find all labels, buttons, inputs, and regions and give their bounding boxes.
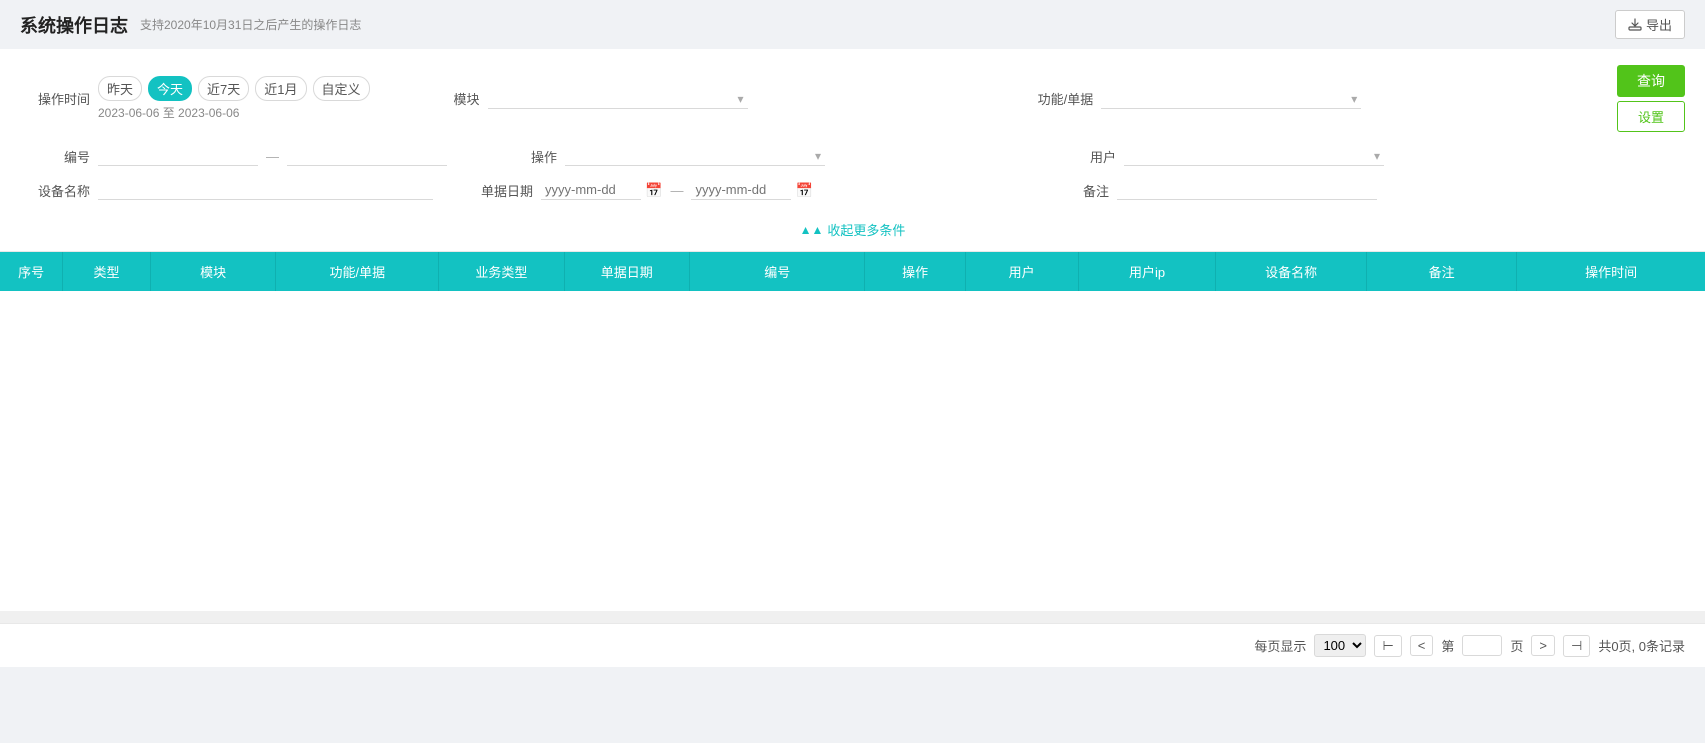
col-number: 编号 — [689, 252, 865, 291]
pagination-bar: 每页显示 100 50 200 ⊢ < 第 1 页 > ⊣ 共0页, 0条记录 — [0, 623, 1705, 667]
query-button[interactable]: 查询 — [1617, 65, 1685, 97]
time-label: 操作时间 — [20, 89, 90, 108]
module-label: 模块 — [410, 89, 480, 108]
table-body — [0, 291, 1705, 611]
last-page-button[interactable]: ⊣ — [1563, 635, 1590, 657]
col-function: 功能/单据 — [276, 252, 439, 291]
user-select-wrapper: ▾ — [1124, 146, 1384, 166]
time-section: 昨天 今天 近7天 近1月 自定义 2023-06-06 至 2023-06-0… — [98, 76, 370, 121]
horizontal-scrollbar[interactable] — [0, 611, 1705, 623]
filter-row-1: 操作时间 昨天 今天 近7天 近1月 自定义 2023-06-06 至 2023… — [20, 65, 1685, 132]
date-from-input[interactable] — [541, 180, 641, 200]
table-container: 序号 类型 模块 功能/单据 业务类型 单据日期 编号 操作 用户 用户ip 设… — [0, 252, 1705, 611]
data-table: 序号 类型 模块 功能/单据 业务类型 单据日期 编号 操作 用户 用户ip 设… — [0, 252, 1705, 611]
date-to-input[interactable] — [691, 180, 791, 200]
table-header-row: 序号 类型 模块 功能/单据 业务类型 单据日期 编号 操作 用户 用户ip 设… — [0, 252, 1705, 291]
table-header: 序号 类型 模块 功能/单据 业务类型 单据日期 编号 操作 用户 用户ip 设… — [0, 252, 1705, 291]
page-label: 第 — [1441, 636, 1454, 655]
device-input[interactable] — [98, 180, 433, 200]
page-size-select[interactable]: 100 50 200 — [1314, 634, 1366, 657]
number-dash: — — [266, 149, 279, 164]
user-label: 用户 — [1036, 147, 1116, 166]
filter-panel: 操作时间 昨天 今天 近7天 近1月 自定义 2023-06-06 至 2023… — [0, 49, 1705, 252]
col-user-ip: 用户ip — [1078, 252, 1216, 291]
collapse-label: 收起更多条件 — [827, 220, 905, 239]
page-header: 系统操作日志 支持2020年10月31日之后产生的操作日志 导出 — [0, 0, 1705, 49]
header-left: 系统操作日志 支持2020年10月31日之后产生的操作日志 — [20, 12, 361, 38]
operation-select-wrapper: ▾ — [565, 146, 825, 166]
page-subtitle: 支持2020年10月31日之后产生的操作日志 — [140, 16, 361, 33]
action-btns: 查询 设置 — [1617, 65, 1685, 132]
module-select-wrapper: ▾ — [488, 89, 748, 109]
collapse-chevron-icon: ▲▲ — [800, 223, 824, 237]
time-btn-custom[interactable]: 自定义 — [313, 76, 370, 101]
page-number-input[interactable]: 1 — [1462, 635, 1502, 656]
collapse-row[interactable]: ▲▲ 收起更多条件 — [20, 214, 1685, 243]
col-seq: 序号 — [0, 252, 63, 291]
col-type: 类型 — [63, 252, 151, 291]
remark-label: 备注 — [1029, 181, 1109, 200]
prev-page-button[interactable]: < — [1410, 635, 1434, 656]
col-remark: 备注 — [1366, 252, 1516, 291]
device-label: 设备名称 — [20, 181, 90, 200]
col-operation: 操作 — [865, 252, 965, 291]
total-label: 共0页, 0条记录 — [1598, 636, 1685, 655]
remark-input[interactable] — [1117, 180, 1377, 200]
number-to-input[interactable] — [287, 146, 447, 166]
next-page-button[interactable]: > — [1531, 635, 1555, 656]
calendar-to-icon[interactable]: 📅 — [795, 182, 812, 199]
time-btn-yesterday[interactable]: 昨天 — [98, 76, 142, 101]
time-options: 昨天 今天 近7天 近1月 自定义 — [98, 76, 370, 101]
number-label: 编号 — [20, 147, 90, 166]
module-select[interactable] — [488, 89, 748, 109]
col-device: 设备名称 — [1216, 252, 1366, 291]
function-select[interactable] — [1101, 89, 1361, 109]
col-module: 模块 — [150, 252, 275, 291]
col-user: 用户 — [965, 252, 1078, 291]
date-dash: — — [670, 183, 683, 198]
page-title: 系统操作日志 — [20, 12, 128, 38]
col-biz-type: 业务类型 — [439, 252, 564, 291]
export-button[interactable]: 导出 — [1615, 10, 1685, 39]
filter-row-3: 设备名称 单据日期 📅 — 📅 备注 — [20, 180, 1685, 200]
time-range: 2023-06-06 至 2023-06-06 — [98, 104, 370, 121]
time-btn-1month[interactable]: 近1月 — [255, 76, 306, 101]
calendar-from-icon[interactable]: 📅 — [645, 182, 662, 199]
operation-select[interactable] — [565, 146, 825, 166]
voucher-date-label: 单据日期 — [473, 181, 533, 200]
col-op-time: 操作时间 — [1517, 252, 1705, 291]
export-icon — [1628, 18, 1642, 32]
per-page-label: 每页显示 — [1254, 636, 1306, 655]
filter-row-2: 编号 — 操作 ▾ 用户 ▾ — [20, 146, 1685, 166]
number-from-input[interactable] — [98, 146, 258, 166]
operation-label: 操作 — [487, 147, 557, 166]
time-btn-7days[interactable]: 近7天 — [198, 76, 249, 101]
time-btn-today[interactable]: 今天 — [148, 76, 192, 101]
col-date: 单据日期 — [564, 252, 689, 291]
settings-button[interactable]: 设置 — [1617, 101, 1685, 132]
function-select-wrapper: ▾ — [1101, 89, 1361, 109]
function-label: 功能/单据 — [1013, 89, 1093, 108]
first-page-button[interactable]: ⊢ — [1374, 635, 1401, 657]
page-unit: 页 — [1510, 636, 1523, 655]
user-select[interactable] — [1124, 146, 1384, 166]
